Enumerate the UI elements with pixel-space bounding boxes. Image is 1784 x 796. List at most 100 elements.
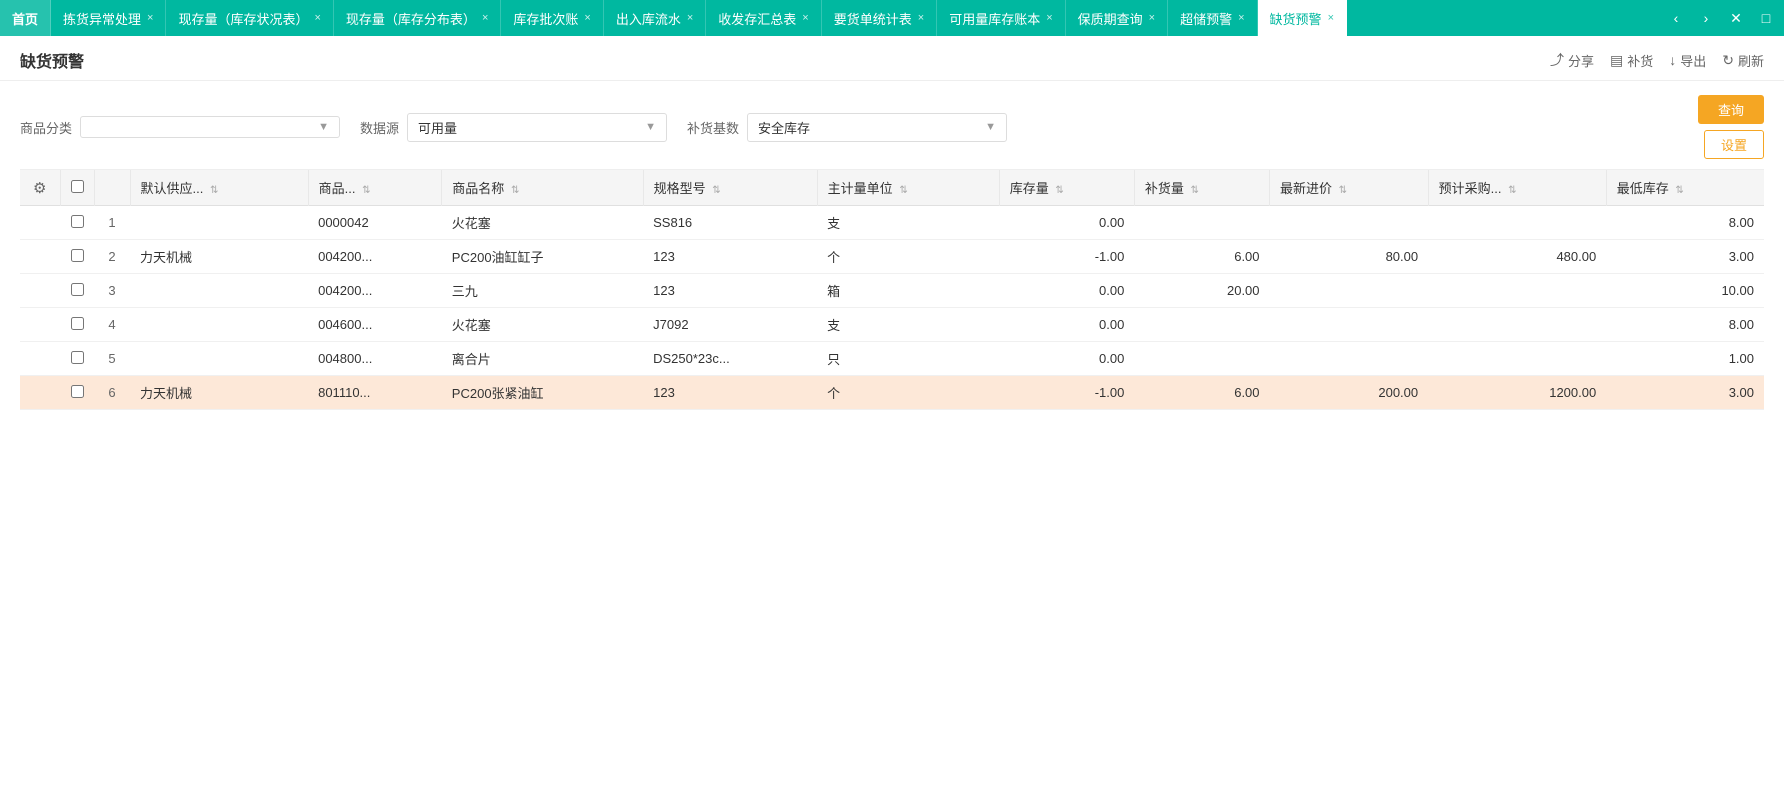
td-goods-name: 火花塞 [442, 206, 643, 240]
th-supplier[interactable]: 默认供应... ⇅ [130, 170, 308, 206]
latest-price-sort-icon: ⇅ [1339, 185, 1347, 196]
td-gear [20, 376, 60, 410]
td-latest-price: 200.00 [1270, 376, 1429, 410]
nav-close-button[interactable]: ✕ [1722, 4, 1750, 32]
td-min-stock: 10.00 [1606, 274, 1764, 308]
filter-row: 商品分类 ▼ 数据源 可用量 ▼ 补货基数 安全库存 ▼ 查询 设置 [0, 81, 1784, 169]
spec-sort-icon: ⇅ [712, 185, 720, 196]
settings-button[interactable]: 设置 [1704, 130, 1764, 159]
td-replenish: 6.00 [1134, 376, 1269, 410]
nav-tab-5[interactable]: 出入库流水× [604, 0, 706, 36]
refresh-button[interactable]: ↻ 刷新 [1722, 51, 1764, 70]
nav-tab-10[interactable]: 超储预警× [1168, 0, 1257, 36]
td-stock: 0.00 [999, 206, 1134, 240]
td-latest-price: 80.00 [1270, 240, 1429, 274]
replenish-base-select[interactable]: 安全库存 ▼ [747, 113, 1007, 142]
share-button[interactable]: ⤴ 分享 [1550, 50, 1594, 70]
nav-prev-button[interactable]: ‹ [1662, 4, 1690, 32]
nav-tab-7[interactable]: 要货单统计表× [822, 0, 937, 36]
nav-tab-6[interactable]: 收发存汇总表× [706, 0, 821, 36]
td-est-purchase: 480.00 [1428, 240, 1606, 274]
nav-tab-1[interactable]: 拣货异常处理× [51, 0, 166, 36]
nav-tab-0[interactable]: 首页 [0, 0, 51, 36]
td-goods-name: 三九 [442, 274, 643, 308]
replenish-base-label: 补货基数 [687, 118, 739, 137]
tab-close-icon-3[interactable]: × [482, 12, 488, 24]
td-row-checkbox[interactable] [60, 274, 94, 308]
select-all-checkbox[interactable] [71, 180, 84, 193]
td-est-purchase [1428, 308, 1606, 342]
td-unit: 支 [817, 308, 999, 342]
supplier-sort-icon: ⇅ [210, 185, 218, 196]
nav-tab-9[interactable]: 保质期查询× [1066, 0, 1168, 36]
nav-tab-11[interactable]: 缺货预警× [1258, 0, 1347, 36]
td-replenish [1134, 308, 1269, 342]
table-container: ⚙ 默认供应... ⇅ 商品... ⇅ 商品名称 [0, 170, 1784, 410]
row-checkbox-1[interactable] [71, 249, 84, 262]
category-select[interactable]: ▼ [80, 116, 340, 138]
tab-close-icon-4[interactable]: × [584, 12, 590, 24]
td-unit: 个 [817, 240, 999, 274]
td-goods-name: PC200张紧油缸 [442, 376, 643, 410]
tab-close-icon-10[interactable]: × [1238, 12, 1244, 24]
td-row-checkbox[interactable] [60, 206, 94, 240]
th-goods-code[interactable]: 商品... ⇅ [308, 170, 442, 206]
td-row-checkbox[interactable] [60, 376, 94, 410]
td-gear [20, 342, 60, 376]
td-row-checkbox[interactable] [60, 342, 94, 376]
nav-next-button[interactable]: › [1692, 4, 1720, 32]
th-unit[interactable]: 主计量单位 ⇅ [817, 170, 999, 206]
tab-close-icon-5[interactable]: × [687, 12, 693, 24]
nav-tab-8[interactable]: 可用量库存账本× [937, 0, 1065, 36]
replenish-button[interactable]: ▤ 补货 [1610, 51, 1653, 70]
th-min-stock[interactable]: 最低库存 ⇅ [1606, 170, 1764, 206]
td-index: 6 [94, 376, 130, 410]
nav-tab-3[interactable]: 现存量（库存分布表）× [334, 0, 501, 36]
nav-tab-2[interactable]: 现存量（库存状况表）× [166, 0, 333, 36]
th-goods-name[interactable]: 商品名称 ⇅ [442, 170, 643, 206]
th-gear[interactable]: ⚙ [20, 170, 60, 206]
tab-close-icon-2[interactable]: × [314, 12, 320, 24]
nav-maximize-button[interactable]: □ [1752, 4, 1780, 32]
nav-tab-4[interactable]: 库存批次账× [501, 0, 603, 36]
export-button[interactable]: ↓ 导出 [1669, 51, 1706, 70]
td-row-checkbox[interactable] [60, 308, 94, 342]
query-button[interactable]: 查询 [1698, 95, 1764, 124]
row-checkbox-0[interactable] [71, 215, 84, 228]
row-checkbox-2[interactable] [71, 283, 84, 296]
tab-close-icon-8[interactable]: × [1046, 12, 1052, 24]
td-supplier [130, 274, 308, 308]
nav-bar: 首页拣货异常处理×现存量（库存状况表）×现存量（库存分布表）×库存批次账×出入库… [0, 0, 1784, 36]
category-label: 商品分类 [20, 118, 72, 137]
td-stock: 0.00 [999, 308, 1134, 342]
column-settings-icon[interactable]: ⚙ [33, 180, 46, 197]
header-actions: ⤴ 分享 ▤ 补货 ↓ 导出 ↻ 刷新 [1550, 50, 1764, 70]
tab-close-icon-6[interactable]: × [802, 12, 808, 24]
tab-close-icon-1[interactable]: × [147, 12, 153, 24]
th-est-purchase[interactable]: 预计采购... ⇅ [1428, 170, 1606, 206]
tab-close-icon-11[interactable]: × [1328, 12, 1334, 24]
td-row-checkbox[interactable] [60, 240, 94, 274]
th-spec[interactable]: 规格型号 ⇅ [643, 170, 817, 206]
td-stock: -1.00 [999, 240, 1134, 274]
th-stock[interactable]: 库存量 ⇅ [999, 170, 1134, 206]
datasource-select[interactable]: 可用量 ▼ [407, 113, 667, 142]
th-checkbox[interactable] [60, 170, 94, 206]
row-checkbox-5[interactable] [71, 385, 84, 398]
tab-close-icon-9[interactable]: × [1149, 12, 1155, 24]
row-checkbox-3[interactable] [71, 317, 84, 330]
td-replenish [1134, 342, 1269, 376]
page-title: 缺货预警 [20, 48, 1550, 72]
th-latest-price[interactable]: 最新进价 ⇅ [1270, 170, 1429, 206]
td-min-stock: 3.00 [1606, 376, 1764, 410]
row-checkbox-4[interactable] [71, 351, 84, 364]
td-goods-name: 火花塞 [442, 308, 643, 342]
replenish-base-dropdown-icon: ▼ [985, 121, 996, 133]
td-index: 5 [94, 342, 130, 376]
td-stock: 0.00 [999, 274, 1134, 308]
tab-close-icon-7[interactable]: × [918, 12, 924, 24]
data-table: ⚙ 默认供应... ⇅ 商品... ⇅ 商品名称 [20, 170, 1764, 410]
goods-name-sort-icon: ⇅ [511, 185, 519, 196]
td-est-purchase [1428, 342, 1606, 376]
th-replenish[interactable]: 补货量 ⇅ [1134, 170, 1269, 206]
